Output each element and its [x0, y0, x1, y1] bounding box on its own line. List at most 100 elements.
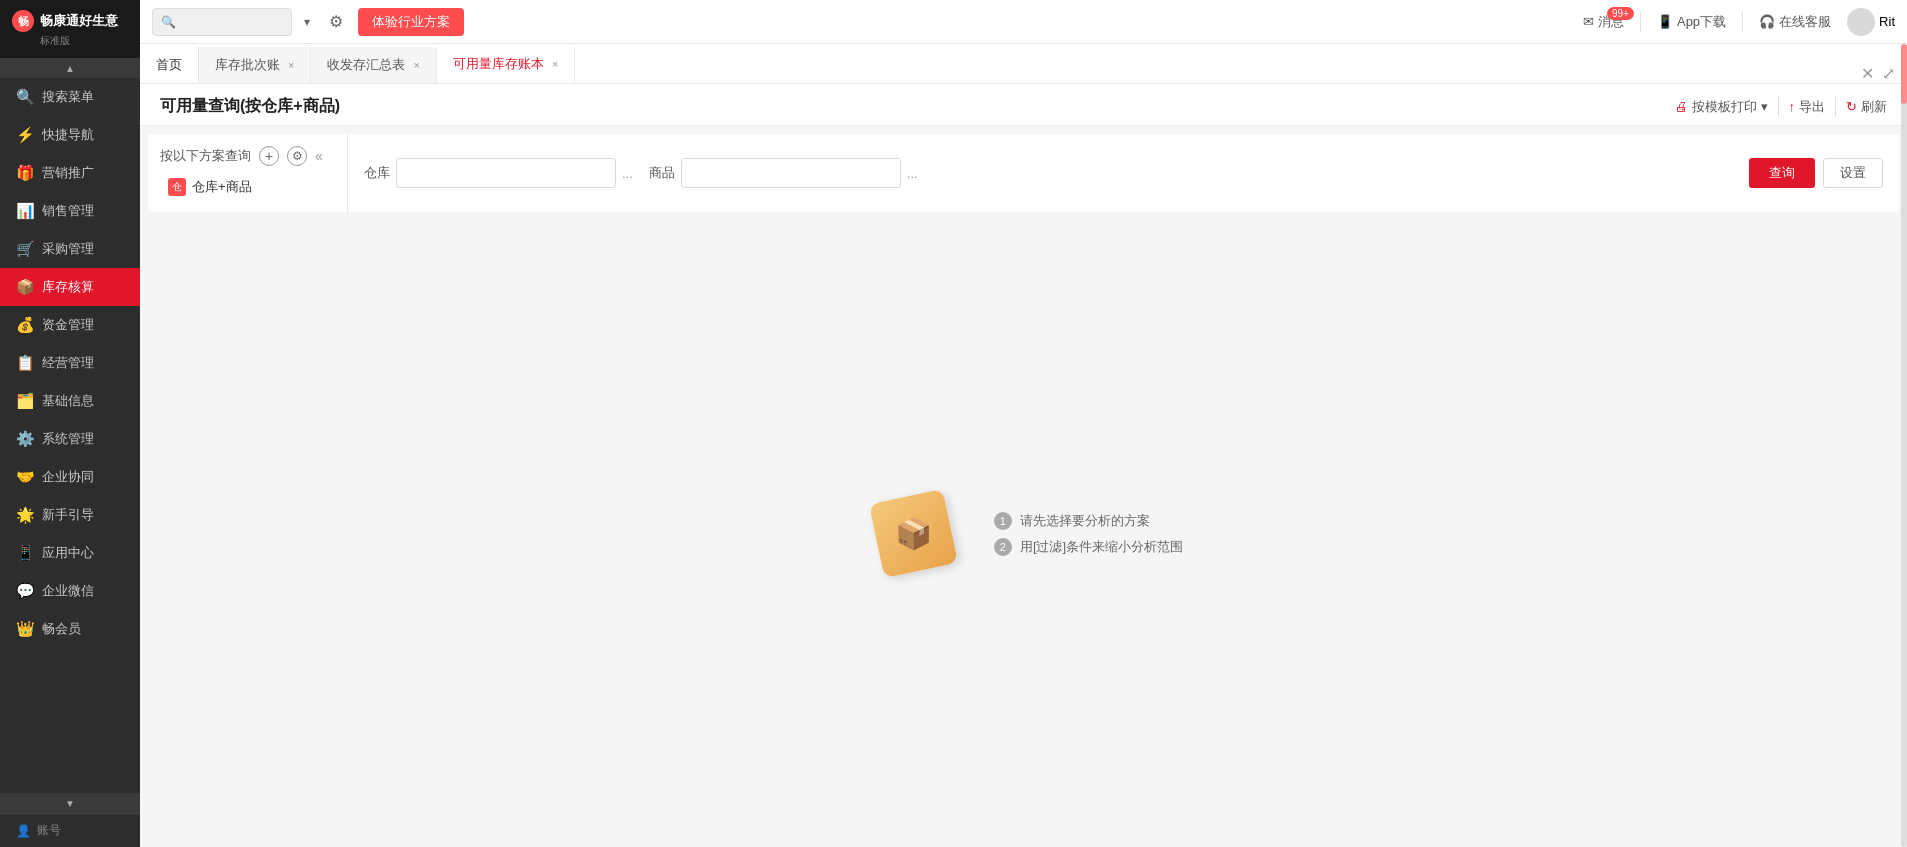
- tab-collect-summary[interactable]: 收发存汇总表 ×: [311, 47, 436, 83]
- topbar-user-btn[interactable]: Rit: [1847, 8, 1895, 36]
- tab-available-ledger-label: 可用量库存账本: [453, 55, 544, 73]
- empty-hint-2: 2 用[过滤]条件来缩小分析范围: [994, 538, 1183, 556]
- brand-version: 标准版: [40, 34, 128, 48]
- newbie-icon: 🌟: [16, 506, 34, 524]
- hint-num-1: 1: [994, 512, 1012, 530]
- tab-collect-summary-close[interactable]: ×: [413, 59, 419, 71]
- basic-icon: 🗂️: [16, 392, 34, 410]
- sidebar-footer-icon: 👤: [16, 824, 31, 838]
- tab-home-label: 首页: [156, 56, 182, 74]
- sidebar-item-shortcut[interactable]: ⚡ 快捷导航: [0, 116, 140, 154]
- topbar-right: ✉ 消息 99+ 📱 App下载 🎧 在线客服 Rit: [1583, 8, 1895, 36]
- scheme-label: 仓库+商品: [192, 178, 252, 196]
- app-icon: 📱: [1657, 14, 1673, 29]
- tab-expand-icon[interactable]: ⤢: [1882, 64, 1895, 83]
- tab-batch-ledger[interactable]: 库存批次账 ×: [199, 47, 311, 83]
- sidebar-item-shortcut-label: 快捷导航: [42, 126, 94, 144]
- sidebar-item-operations-label: 经营管理: [42, 354, 94, 372]
- sidebar-item-finance[interactable]: 💰 资金管理: [0, 306, 140, 344]
- topbar-dropdown[interactable]: ▾: [300, 13, 314, 31]
- filter-product-label: 商品: [649, 164, 675, 182]
- query-add-btn[interactable]: +: [259, 146, 279, 166]
- page-content: 可用量查询(按仓库+商品) 🖨 按模板打印 ▾ ↑ 导出 ↻ 刷新: [140, 84, 1907, 847]
- topbar-service-btn[interactable]: 🎧 在线客服: [1759, 13, 1831, 31]
- topbar-search-icon: 🔍: [161, 15, 176, 29]
- tab-available-ledger[interactable]: 可用量库存账本 ×: [437, 47, 575, 83]
- filter-area: 仓库 ... 商品 ... 查询 设置: [348, 134, 1899, 212]
- sidebar-item-inventory[interactable]: 📦 库存核算: [0, 268, 140, 306]
- hint-num-2: 2: [994, 538, 1012, 556]
- query-scheme-warehouse-product[interactable]: 仓 仓库+商品: [160, 174, 335, 200]
- topbar-message-btn[interactable]: ✉ 消息 99+: [1583, 13, 1624, 31]
- hint-text-1: 请先选择要分析的方案: [1020, 512, 1150, 530]
- export-icon: ↑: [1789, 99, 1796, 114]
- print-dropdown-icon[interactable]: ▾: [1761, 99, 1768, 114]
- service-icon: 🎧: [1759, 14, 1775, 29]
- industry-btn[interactable]: 体验行业方案: [358, 8, 464, 36]
- filter-product-input[interactable]: [681, 158, 901, 188]
- sidebar-item-member-label: 畅会员: [42, 620, 81, 638]
- sidebar-item-sales[interactable]: 📊 销售管理: [0, 192, 140, 230]
- tab-batch-ledger-close[interactable]: ×: [288, 59, 294, 71]
- service-label: 在线客服: [1779, 13, 1831, 31]
- sidebar-scroll-up[interactable]: ▲: [0, 58, 140, 78]
- topbar-gear-icon[interactable]: ⚙: [322, 8, 350, 36]
- topbar-app-download-btn[interactable]: 📱 App下载: [1657, 13, 1726, 31]
- sidebar-item-operations[interactable]: 📋 经营管理: [0, 344, 140, 382]
- sidebar-item-system[interactable]: ⚙️ 系统管理: [0, 420, 140, 458]
- sidebar-item-purchase-label: 采购管理: [42, 240, 94, 258]
- operations-icon: 📋: [16, 354, 34, 372]
- right-scrollbar[interactable]: [1901, 44, 1907, 847]
- tab-available-ledger-close[interactable]: ×: [552, 58, 558, 70]
- sidebar-scroll-down[interactable]: ▼: [0, 793, 140, 813]
- sidebar-footer-label: 账号: [37, 822, 61, 839]
- finance-icon: 💰: [16, 316, 34, 334]
- filter-warehouse-more-btn[interactable]: ...: [622, 166, 633, 181]
- topbar-search-input[interactable]: [180, 15, 260, 29]
- purchase-icon: 🛒: [16, 240, 34, 258]
- page-title: 可用量查询(按仓库+商品): [160, 96, 340, 117]
- refresh-btn[interactable]: ↻ 刷新: [1846, 98, 1887, 116]
- sidebar-item-member[interactable]: 👑 畅会员: [0, 610, 140, 648]
- sidebar-item-search[interactable]: 🔍 搜索菜单: [0, 78, 140, 116]
- print-icon: 🖨: [1675, 99, 1688, 114]
- sidebar-item-basic[interactable]: 🗂️ 基础信息: [0, 382, 140, 420]
- sidebar-item-marketing[interactable]: 🎁 营销推广: [0, 154, 140, 192]
- empty-state-inner: 📦 1 请先选择要分析的方案 2 用[过滤]条件来缩小分析范围: [864, 484, 1183, 584]
- filter-setting-btn[interactable]: 设置: [1823, 158, 1883, 188]
- sidebar-item-newbie-label: 新手引导: [42, 506, 94, 524]
- refresh-label: 刷新: [1861, 98, 1887, 116]
- user-name: Rit: [1879, 14, 1895, 29]
- query-settings-btn[interactable]: ⚙: [287, 146, 307, 166]
- sidebar-item-inventory-label: 库存核算: [42, 278, 94, 296]
- filter-warehouse-input[interactable]: [396, 158, 616, 188]
- query-submit-btn[interactable]: 查询: [1749, 158, 1815, 188]
- query-scheme-panel: 按以下方案查询 + ⚙ « 仓 仓库+商品: [148, 134, 348, 212]
- topbar-search-box[interactable]: 🔍: [152, 8, 292, 36]
- sidebar-item-enterprise[interactable]: 🤝 企业协同: [0, 458, 140, 496]
- tab-home[interactable]: 首页: [140, 47, 199, 83]
- sidebar-item-appcenter[interactable]: 📱 应用中心: [0, 534, 140, 572]
- sidebar: 畅 畅康通好生意 标准版 ▲ 🔍 搜索菜单 ⚡ 快捷导航 🎁 营销推广 📊 销售…: [0, 0, 140, 847]
- sidebar-item-newbie[interactable]: 🌟 新手引导: [0, 496, 140, 534]
- brand-logo: 畅 畅康通好生意: [12, 10, 128, 32]
- export-label: 导出: [1799, 98, 1825, 116]
- sidebar-footer[interactable]: 👤 账号: [0, 813, 140, 847]
- print-btn[interactable]: 🖨 按模板打印 ▾: [1675, 98, 1768, 116]
- tab-close-all-icon[interactable]: ✕: [1861, 64, 1874, 83]
- appcenter-icon: 📱: [16, 544, 34, 562]
- export-btn[interactable]: ↑ 导出: [1789, 98, 1826, 116]
- main-area: 🔍 ▾ ⚙ 体验行业方案 ✉ 消息 99+ 📱 App下载 🎧 在线客服: [140, 0, 1907, 847]
- filter-product-more-btn[interactable]: ...: [907, 166, 918, 181]
- query-label: 按以下方案查询: [160, 147, 251, 165]
- query-collapse-btn[interactable]: «: [315, 148, 323, 164]
- sidebar-item-finance-label: 资金管理: [42, 316, 94, 334]
- message-badge: 99+: [1607, 7, 1634, 20]
- brand-icon: 畅: [12, 10, 34, 32]
- sidebar-item-wechat-label: 企业微信: [42, 582, 94, 600]
- sidebar-item-search-label: 搜索菜单: [42, 88, 94, 106]
- system-icon: ⚙️: [16, 430, 34, 448]
- sidebar-item-purchase[interactable]: 🛒 采购管理: [0, 230, 140, 268]
- avatar: [1847, 8, 1875, 36]
- sidebar-item-wechat[interactable]: 💬 企业微信: [0, 572, 140, 610]
